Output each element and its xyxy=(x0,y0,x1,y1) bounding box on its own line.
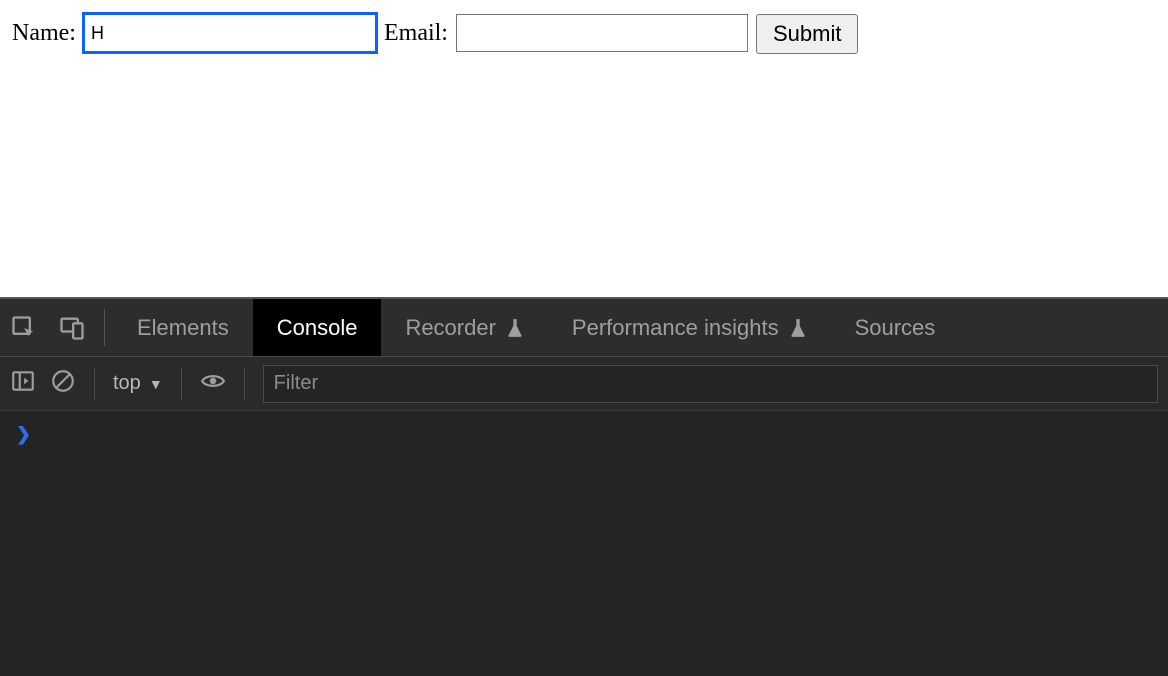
execution-context-selector[interactable]: top ▼ xyxy=(113,372,163,395)
clear-console-button[interactable] xyxy=(50,368,76,400)
name-field: Name: xyxy=(12,14,376,52)
dropdown-triangle-icon: ▼ xyxy=(149,376,163,392)
tab-label: Performance insights xyxy=(572,315,779,341)
devtools-tab-strip: Elements Console Recorder Performance in… xyxy=(0,299,1168,357)
email-field: Email: xyxy=(384,14,748,52)
device-icon xyxy=(58,314,86,342)
sidebar-toggle-icon xyxy=(10,368,36,394)
email-label: Email: xyxy=(384,20,448,47)
divider xyxy=(181,367,182,400)
clear-icon xyxy=(50,368,76,394)
divider xyxy=(94,367,95,400)
console-output[interactable]: ❯ xyxy=(0,411,1168,676)
divider xyxy=(244,367,245,400)
submit-button[interactable]: Submit xyxy=(756,14,858,54)
device-toolbar-button[interactable] xyxy=(48,299,96,356)
tab-performance-insights[interactable]: Performance insights xyxy=(548,299,831,356)
flask-icon xyxy=(789,318,807,338)
tab-recorder[interactable]: Recorder xyxy=(381,299,547,356)
divider xyxy=(104,309,105,346)
context-label: top xyxy=(113,372,141,395)
console-toolbar: top ▼ xyxy=(0,357,1168,411)
tab-elements[interactable]: Elements xyxy=(113,299,253,356)
tab-label: Console xyxy=(277,315,358,341)
console-filter-input[interactable] xyxy=(263,365,1158,403)
tab-label: Sources xyxy=(855,315,936,341)
console-prompt-icon: ❯ xyxy=(16,425,31,443)
toggle-console-sidebar-button[interactable] xyxy=(10,368,36,400)
live-expression-button[interactable] xyxy=(200,368,226,400)
tab-label: Elements xyxy=(137,315,229,341)
page-content: Name: Email: Submit xyxy=(0,0,1168,297)
inspect-element-button[interactable] xyxy=(0,299,48,356)
inspect-icon xyxy=(10,314,38,342)
name-input[interactable] xyxy=(84,14,376,52)
eye-icon xyxy=(200,368,226,394)
tab-sources[interactable]: Sources xyxy=(831,299,960,356)
name-label: Name: xyxy=(12,20,76,47)
flask-icon xyxy=(506,318,524,338)
email-input[interactable] xyxy=(456,14,748,52)
devtools-panel: Elements Console Recorder Performance in… xyxy=(0,297,1168,676)
tab-console[interactable]: Console xyxy=(253,299,382,356)
tab-label: Recorder xyxy=(405,315,495,341)
